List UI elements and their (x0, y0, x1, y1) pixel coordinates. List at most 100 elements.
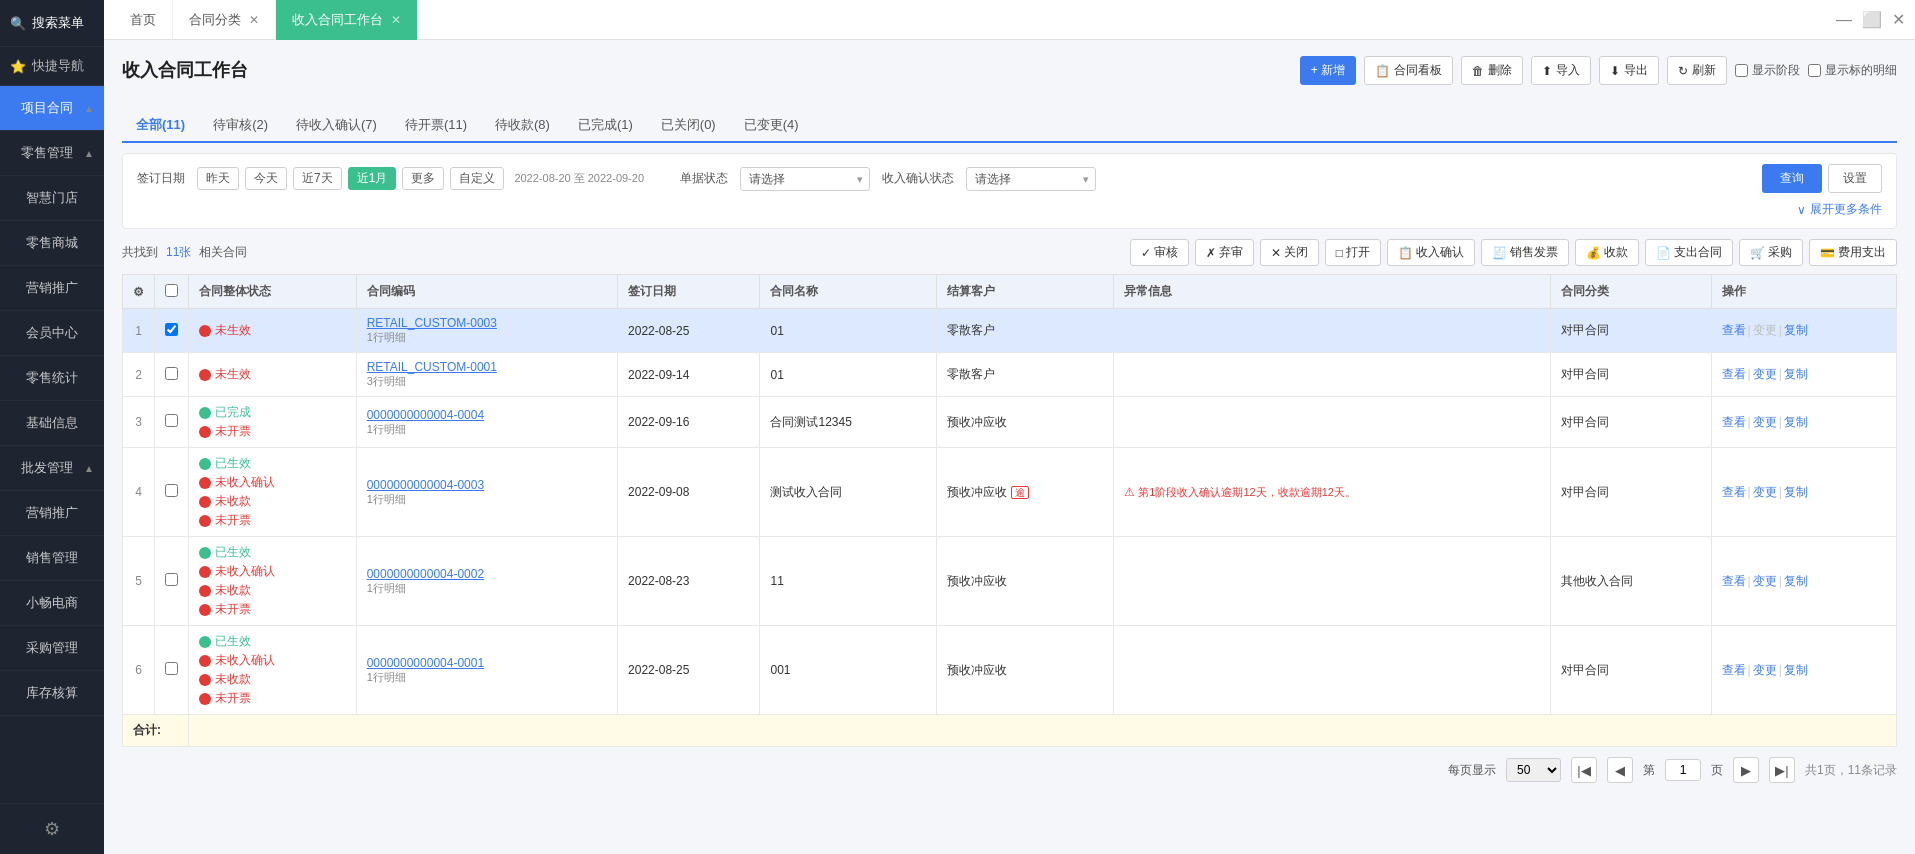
row-checkbox[interactable] (155, 309, 189, 353)
action-btn-out-contract[interactable]: 📄支出合同 (1645, 239, 1733, 266)
next-page-btn[interactable]: ▶ (1733, 757, 1759, 783)
op-变更-btn[interactable]: 变更 (1753, 367, 1777, 381)
action-btn-abandon[interactable]: ✗弃审 (1195, 239, 1254, 266)
row-checkbox[interactable] (155, 353, 189, 397)
income-status-select[interactable]: 请选择 (966, 167, 1096, 191)
expand-filter-btn[interactable]: ∨ 展开更多条件 (1797, 201, 1882, 218)
op-查看-btn[interactable]: 查看 (1722, 574, 1746, 588)
contract-code-link[interactable]: 0000000000004-0003 (367, 478, 484, 492)
settings-button[interactable]: 设置 (1828, 164, 1882, 193)
subtab-pending-income[interactable]: 待收入确认(7) (282, 109, 391, 143)
sidebar-item-member[interactable]: 会员中心 (0, 311, 104, 356)
subtab-changed[interactable]: 已变更(4) (730, 109, 813, 143)
sidebar-item-ecom[interactable]: 零售商城 (0, 221, 104, 266)
sidebar-item-retail[interactable]: 零售管理▲ (0, 131, 104, 176)
last7-btn[interactable]: 近7天 (293, 167, 342, 190)
sidebar-item-marketing[interactable]: 营销推广 (0, 266, 104, 311)
contract-code-link[interactable]: 0000000000004-0002 (367, 567, 484, 581)
show-details-check[interactable]: 显示标的明细 (1808, 62, 1897, 79)
op-复制-btn[interactable]: 复制 (1784, 574, 1808, 588)
tab-close-contract-category[interactable]: ✕ (249, 13, 259, 27)
sidebar-item-purchase[interactable]: 采购管理 (0, 626, 104, 671)
action-btn-purchase[interactable]: 🛒采购 (1739, 239, 1803, 266)
last1month-btn[interactable]: 近1月 (348, 167, 397, 190)
subtab-all[interactable]: 全部(11) (122, 109, 199, 143)
action-btn-open[interactable]: □打开 (1325, 239, 1381, 266)
count-num[interactable]: 11张 (166, 244, 191, 261)
op-复制-btn[interactable]: 复制 (1784, 485, 1808, 499)
row-checkbox[interactable] (155, 537, 189, 626)
contract-code-link[interactable]: RETAIL_CUSTOM-0003 (367, 316, 497, 330)
show-stages-check[interactable]: 显示阶段 (1735, 62, 1800, 79)
custom-btn[interactable]: 自定义 (450, 167, 504, 190)
sidebar-item-base[interactable]: 基础信息 (0, 401, 104, 446)
page-input[interactable] (1665, 759, 1701, 781)
op-查看-btn[interactable]: 查看 (1722, 323, 1746, 337)
action-btn-collect[interactable]: 💰收款 (1575, 239, 1639, 266)
contract-code-link[interactable]: RETAIL_CUSTOM-0001 (367, 360, 497, 374)
subtab-pending-review[interactable]: 待审核(2) (199, 109, 282, 143)
first-page-btn[interactable]: |◀ (1571, 757, 1597, 783)
table-scroll-area[interactable]: ⚙ 合同整体状态 合同编码 签订日期 合同名称 结算客户 异常信息 合同分类 操… (122, 274, 1897, 747)
tab-close-income-workspace[interactable]: ✕ (391, 13, 401, 27)
op-查看-btn[interactable]: 查看 (1722, 415, 1746, 429)
subtab-pending-payment[interactable]: 待收款(8) (481, 109, 564, 143)
action-btn-close[interactable]: ✕关闭 (1260, 239, 1319, 266)
tab-contract-category[interactable]: 合同分类✕ (173, 0, 276, 40)
sidebar-item-sales[interactable]: 营销推广 (0, 491, 104, 536)
op-复制-btn[interactable]: 复制 (1784, 415, 1808, 429)
subtab-pending-invoice[interactable]: 待开票(11) (391, 109, 481, 143)
more-btn[interactable]: 更多 (402, 167, 444, 190)
tab-income-workspace[interactable]: 收入合同工作台✕ (276, 0, 418, 40)
action-btn-income-confirm[interactable]: 📋收入确认 (1387, 239, 1475, 266)
sidebar-item-wholesale[interactable]: 批发管理▲ (0, 446, 104, 491)
doc-status-select[interactable]: 请选择 (740, 167, 870, 191)
page-size-select[interactable]: 50 100 200 (1506, 758, 1561, 782)
contract-code-link[interactable]: 0000000000004-0004 (367, 408, 484, 422)
op-查看-btn[interactable]: 查看 (1722, 663, 1746, 677)
delete-button[interactable]: 🗑 删除 (1461, 56, 1523, 85)
op-复制-btn[interactable]: 复制 (1784, 323, 1808, 337)
yesterday-btn[interactable]: 昨天 (197, 167, 239, 190)
sidebar-quick-nav[interactable]: ⭐ 快捷导航 (0, 47, 104, 86)
window-maximize-icon[interactable]: ⬜ (1862, 10, 1882, 29)
window-minimize-icon[interactable]: — (1836, 11, 1852, 29)
import-button[interactable]: ⬆ 导入 (1531, 56, 1591, 85)
sidebar-item-smart-store[interactable]: 智慧门店 (0, 176, 104, 221)
action-btn-expense[interactable]: 💳费用支出 (1809, 239, 1897, 266)
op-复制-btn[interactable]: 复制 (1784, 367, 1808, 381)
kanban-button[interactable]: 📋 合同看板 (1364, 56, 1453, 85)
prev-page-btn[interactable]: ◀ (1607, 757, 1633, 783)
row-checkbox[interactable] (155, 397, 189, 448)
sidebar-item-salesmgr[interactable]: 销售管理 (0, 536, 104, 581)
subtab-completed[interactable]: 已完成(1) (564, 109, 647, 143)
settings-col-header[interactable]: ⚙ (123, 275, 155, 309)
export-button[interactable]: ⬇ 导出 (1599, 56, 1659, 85)
op-查看-btn[interactable]: 查看 (1722, 367, 1746, 381)
op-变更-btn[interactable]: 变更 (1753, 574, 1777, 588)
row-checkbox[interactable] (155, 626, 189, 715)
refresh-button[interactable]: ↻ 刷新 (1667, 56, 1727, 85)
search-button[interactable]: 查询 (1762, 164, 1822, 193)
op-变更-btn[interactable]: 变更 (1753, 663, 1777, 677)
today-btn[interactable]: 今天 (245, 167, 287, 190)
sidebar-item-project[interactable]: 项目合同▲ (0, 86, 104, 131)
action-btn-review[interactable]: ✓审核 (1130, 239, 1189, 266)
add-button[interactable]: + 新增 (1300, 56, 1356, 85)
contract-code-link[interactable]: 0000000000004-0001 (367, 656, 484, 670)
op-变更-btn[interactable]: 变更 (1753, 415, 1777, 429)
tab-home[interactable]: 首页 (114, 0, 173, 40)
sidebar-item-xiaochang[interactable]: 小畅电商 (0, 581, 104, 626)
last-page-btn[interactable]: ▶| (1769, 757, 1795, 783)
op-复制-btn[interactable]: 复制 (1784, 663, 1808, 677)
sidebar-item-inventory[interactable]: 库存核算 (0, 671, 104, 716)
row-checkbox[interactable] (155, 448, 189, 537)
sidebar-item-stat[interactable]: 零售统计 (0, 356, 104, 401)
op-变更-btn[interactable]: 变更 (1753, 485, 1777, 499)
op-查看-btn[interactable]: 查看 (1722, 485, 1746, 499)
subtab-closed[interactable]: 已关闭(0) (647, 109, 730, 143)
window-close-icon[interactable]: ✕ (1892, 10, 1905, 29)
sidebar-search[interactable]: 🔍 搜索菜单 (0, 0, 104, 47)
action-btn-sales-invoice[interactable]: 🧾销售发票 (1481, 239, 1569, 266)
checkbox-col-header[interactable] (155, 275, 189, 309)
